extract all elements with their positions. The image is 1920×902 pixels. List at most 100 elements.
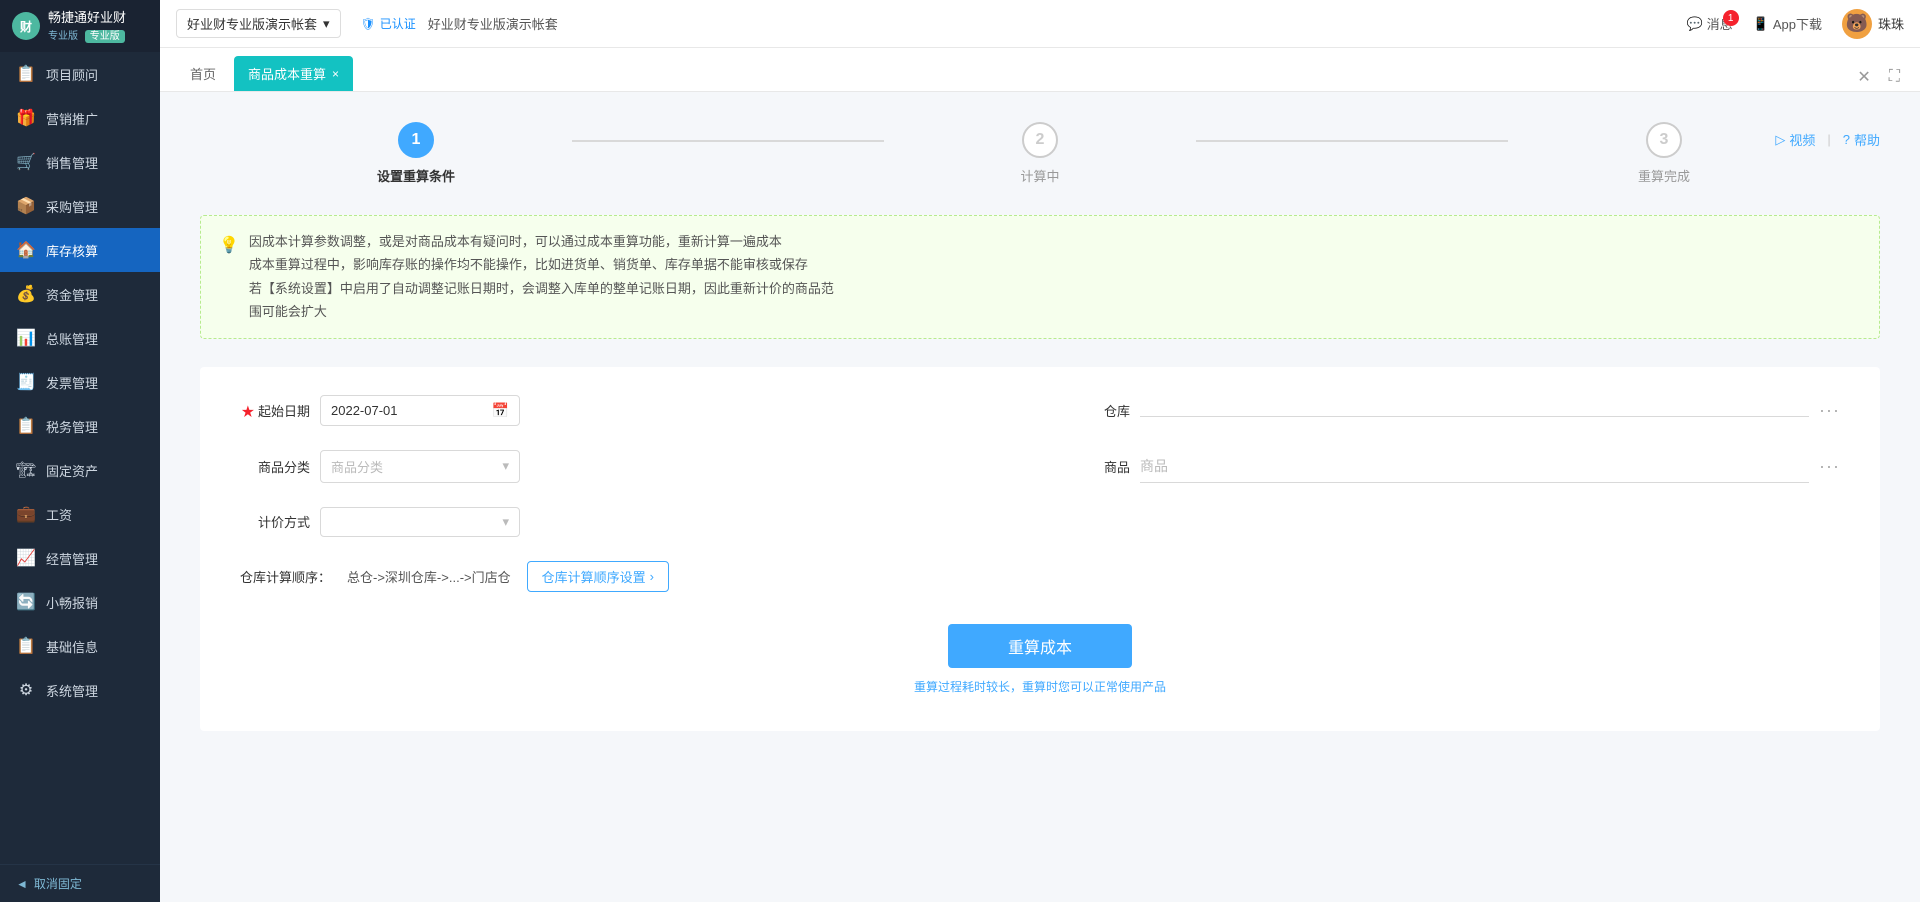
purchase-icon: 📦 xyxy=(16,196,36,216)
required-star: ★ xyxy=(241,404,254,419)
app-name: 畅捷通好业财 xyxy=(48,10,126,27)
verified-company: 好业财专业版演示帐套 xyxy=(428,14,558,33)
warehouse-order-row: 仓库计算顺序： 总仓->深圳仓库->...->门店仓 仓库计算顺序设置 › xyxy=(240,561,1840,592)
salary-icon: 💼 xyxy=(16,504,36,524)
step-line-2 xyxy=(1196,140,1508,142)
close-window-icon[interactable]: ✕ xyxy=(1853,63,1874,91)
category-select[interactable]: 商品分类 ▾ xyxy=(320,450,520,483)
sidebar-item-invoice[interactable]: 🧾 发票管理 xyxy=(0,360,160,404)
operation-icon: 📈 xyxy=(16,548,36,568)
sidebar-item-label: 经营管理 xyxy=(46,549,98,568)
cancel-fixed-label: 取消固定 xyxy=(34,875,82,892)
step1-circle: 1 xyxy=(398,122,434,158)
verified-badge: 🛡 已认证 xyxy=(361,15,416,32)
tab-close-icon[interactable]: × xyxy=(332,67,339,81)
sidebar: 财 畅捷通好业财 专业版 专业版 📋 项目顾问 🎁 营销推广 🛒 销售管理 📦 … xyxy=(0,0,160,902)
form-row-2: 商品分类 商品分类 ▾ 商品 商品 ··· xyxy=(240,450,1840,483)
sidebar-nav: 📋 项目顾问 🎁 营销推广 🛒 销售管理 📦 采购管理 🏠 库存核算 💰 资金管… xyxy=(0,52,160,864)
warehouse-more-btn[interactable]: ··· xyxy=(1819,400,1840,421)
sidebar-cancel-fixed[interactable]: ◄ 取消固定 xyxy=(0,864,160,902)
start-date-value: 2022-07-01 xyxy=(331,403,492,418)
start-date-label: ★ 起始日期 xyxy=(240,401,310,420)
username: 珠珠 xyxy=(1878,14,1904,33)
sidebar-item-label: 库存核算 xyxy=(46,241,98,260)
topbar-right: 💬 消息 1 📱 App下载 🐻 珠珠 xyxy=(1686,9,1904,39)
sidebar-item-label: 资金管理 xyxy=(46,285,98,304)
sidebar-item-basicinfo[interactable]: 📋 基础信息 xyxy=(0,624,160,668)
sidebar-item-salary[interactable]: 💼 工资 xyxy=(0,492,160,536)
pricing-select[interactable]: ▾ xyxy=(320,507,520,537)
account-dropdown-icon: ▾ xyxy=(323,16,330,32)
sidebar-item-accounting[interactable]: 📊 总账管理 xyxy=(0,316,160,360)
sidebar-item-label: 系统管理 xyxy=(46,681,98,700)
start-date-input[interactable]: 2022-07-01 📅 xyxy=(320,395,520,426)
form-group-pricing: 计价方式 ▾ xyxy=(240,507,1020,537)
message-icon: 💬 xyxy=(1686,16,1702,32)
form-section: ★ 起始日期 2022-07-01 📅 仓库 ··· 商品分类 xyxy=(200,367,1880,731)
phone-icon: 📱 xyxy=(1753,16,1769,32)
sidebar-item-tax[interactable]: 📋 税务管理 xyxy=(0,404,160,448)
recalc-button[interactable]: 重算成本 xyxy=(948,624,1132,668)
step-1: 1 设置重算条件 xyxy=(260,122,572,185)
sidebar-item-label: 总账管理 xyxy=(46,329,98,348)
info-line-3: 若【系统设置】中启用了自动调整记账日期时，会调整入库单的整单记账日期，因此重新计… xyxy=(249,277,834,300)
warehouse-order-btn-label: 仓库计算顺序设置 xyxy=(542,567,646,586)
pricing-dropdown-icon: ▾ xyxy=(502,514,509,530)
stepper: 1 设置重算条件 2 计算中 3 重算完成 ▷ 视 xyxy=(200,122,1880,185)
form-group-product: 商品 商品 ··· xyxy=(1060,450,1840,483)
sidebar-item-assets[interactable]: 🏗 固定资产 xyxy=(0,448,160,492)
sales-icon: 🛒 xyxy=(16,152,36,172)
pricing-label: 计价方式 xyxy=(240,512,310,531)
form-row-1: ★ 起始日期 2022-07-01 📅 仓库 ··· xyxy=(240,395,1840,426)
sidebar-item-label: 发票管理 xyxy=(46,373,98,392)
category-label: 商品分类 xyxy=(240,457,310,476)
sidebar-item-operation[interactable]: 📈 经营管理 xyxy=(0,536,160,580)
info-content: 因成本计算参数调整，或是对商品成本有疑问时，可以通过成本重算功能，重新计算一遍成… xyxy=(249,230,834,324)
message-button[interactable]: 💬 消息 1 xyxy=(1686,14,1732,33)
warehouse-order-value: 总仓->深圳仓库->...->门店仓 xyxy=(347,567,511,586)
sidebar-item-purchase[interactable]: 📦 采购管理 xyxy=(0,184,160,228)
warehouse-order-settings-btn[interactable]: 仓库计算顺序设置 › xyxy=(527,561,669,592)
avatar: 🐻 xyxy=(1842,9,1872,39)
project-icon: 📋 xyxy=(16,64,36,84)
home-tab-label: 首页 xyxy=(190,64,216,83)
sidebar-item-system[interactable]: ⚙ 系统管理 xyxy=(0,668,160,712)
tab-cost-recalc[interactable]: 商品成本重算 × xyxy=(234,56,353,91)
sidebar-item-label: 小畅报销 xyxy=(46,593,98,612)
logo-text-block: 畅捷通好业财 专业版 专业版 xyxy=(48,10,126,42)
user-menu[interactable]: 🐻 珠珠 xyxy=(1842,9,1904,39)
back-arrow-icon: ◄ xyxy=(16,877,28,891)
tab-home[interactable]: 首页 xyxy=(176,56,230,91)
sidebar-item-sales[interactable]: 🛒 销售管理 xyxy=(0,140,160,184)
sidebar-item-finance[interactable]: 💰 资金管理 xyxy=(0,272,160,316)
info-line-4: 围可能会扩大 xyxy=(249,300,834,323)
account-selector[interactable]: 好业财专业版演示帐套 ▾ xyxy=(176,9,341,38)
step1-label: 设置重算条件 xyxy=(377,166,455,185)
recalc-tip: 重算过程耗时较长，重算时您可以正常使用产品 xyxy=(914,678,1166,695)
help-icon: ? xyxy=(1843,132,1850,147)
expand-window-icon[interactable]: ⛶ xyxy=(1885,64,1904,90)
step3-circle: 3 xyxy=(1646,122,1682,158)
sidebar-item-label: 采购管理 xyxy=(46,197,98,216)
sidebar-item-inventory[interactable]: 🏠 库存核算 xyxy=(0,228,160,272)
step-2: 2 计算中 xyxy=(884,122,1196,185)
app-download-label: App下载 xyxy=(1773,14,1822,33)
product-input-area: 商品 xyxy=(1140,450,1809,483)
step3-label: 重算完成 xyxy=(1638,166,1690,185)
step-3: 3 重算完成 xyxy=(1508,122,1820,185)
sidebar-item-expense[interactable]: 🔄 小畅报销 xyxy=(0,580,160,624)
product-more-btn[interactable]: ··· xyxy=(1819,456,1840,477)
inventory-icon: 🏠 xyxy=(16,240,36,260)
sidebar-item-marketing[interactable]: 🎁 营销推广 xyxy=(0,96,160,140)
warehouse-input-area xyxy=(1140,404,1809,417)
assets-icon: 🏗 xyxy=(16,460,36,480)
sidebar-item-label: 基础信息 xyxy=(46,637,98,656)
sidebar-item-label: 项目顾问 xyxy=(46,65,98,84)
marketing-icon: 🎁 xyxy=(16,108,36,128)
pro-badge: 专业版 xyxy=(85,30,125,43)
sidebar-item-project[interactable]: 📋 项目顾问 xyxy=(0,52,160,96)
sidebar-item-label: 税务管理 xyxy=(46,417,98,436)
help-link[interactable]: ? 帮助 xyxy=(1843,130,1880,149)
tabbar: 首页 商品成本重算 × ✕ ⛶ xyxy=(160,48,1920,92)
app-download-button[interactable]: 📱 App下载 xyxy=(1753,14,1822,33)
